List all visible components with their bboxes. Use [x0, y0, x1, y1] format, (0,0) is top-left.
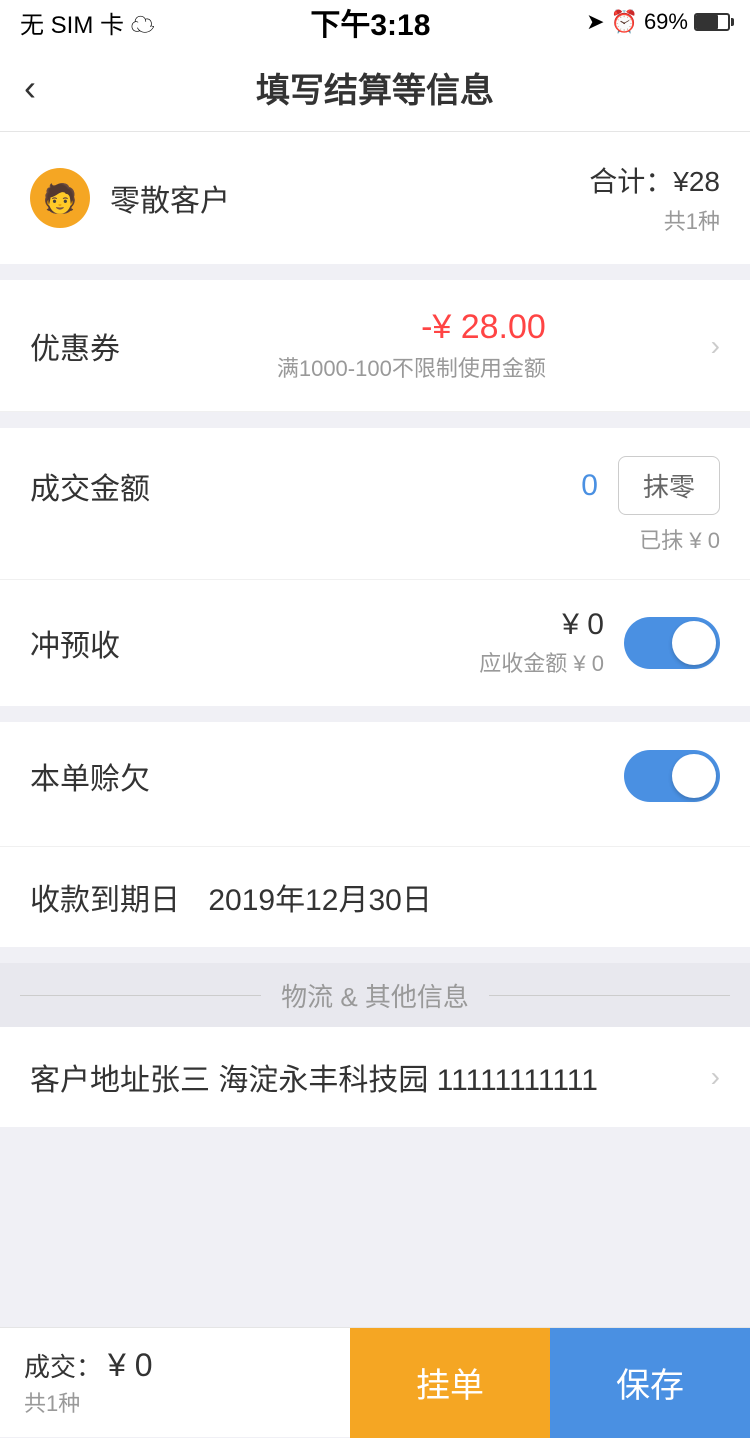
save-button[interactable]: 保存: [550, 1328, 750, 1438]
content-area: 🧑 零散客户 合计：¥28 共1种 优惠券 -¥ 28.00 满1000-100…: [0, 132, 750, 1327]
coupon-discount: -¥ 28.00: [277, 308, 546, 347]
coupon-row[interactable]: 优惠券 -¥ 28.00 满1000-100不限制使用金额 ›: [0, 280, 750, 412]
avatar-icon: 🧑: [43, 182, 78, 215]
logistics-divider: 物流 & 其他信息: [0, 963, 750, 1027]
location-icon: ➤: [586, 9, 604, 35]
alarm-icon: ⏰: [611, 9, 638, 35]
customer-left: 🧑 零散客户: [30, 168, 230, 228]
back-button[interactable]: ‹: [24, 67, 36, 109]
customer-avatar: 🧑: [30, 168, 90, 228]
coupon-sub: 满1000-100不限制使用金额: [277, 351, 546, 383]
coupon-section: 优惠券 -¥ 28.00 满1000-100不限制使用金额 ›: [0, 280, 750, 412]
prepay-label: 冲预收: [30, 621, 120, 665]
summary-label: 成交：: [24, 1347, 102, 1384]
customer-total: 合计：¥28: [589, 160, 720, 200]
status-bar: 无 SIM 卡 ☁ 下午3:18 ➤ ⏰ 69%: [0, 0, 750, 44]
bottom-bar: 成交： ¥ 0 共1种 挂单 保存: [0, 1327, 750, 1437]
summary-amount: ¥ 0: [108, 1347, 152, 1384]
transaction-sub: 已抹 ¥ 0: [0, 523, 750, 579]
overdue-section: 本单赊欠 收款到期日 2019年12月30日: [0, 722, 750, 947]
battery-percent: 69%: [644, 9, 688, 35]
toggle-knob: [672, 621, 716, 665]
transaction-amount-row: 成交金额 0 抹零: [0, 428, 750, 523]
prepay-row: 冲预收 ¥ 0 应收金额 ¥ 0: [0, 579, 750, 706]
address-label: 客户地址: [30, 1055, 150, 1099]
prepay-sub: 应收金额 ¥ 0: [479, 646, 604, 678]
summary-count: 共1种: [24, 1386, 326, 1418]
customer-row: 🧑 零散客户 合计：¥28 共1种: [0, 132, 750, 264]
coupon-label: 优惠券: [30, 324, 120, 368]
transaction-label: 成交金额: [30, 464, 150, 508]
coupon-chevron-icon: ›: [711, 330, 720, 362]
overdue-toggle[interactable]: [624, 750, 720, 802]
transaction-value: 0: [581, 469, 598, 503]
bottom-summary: 成交： ¥ 0 共1种: [0, 1347, 350, 1418]
hold-button[interactable]: 挂单: [350, 1328, 550, 1438]
nav-bar: ‹ 填写结算等信息: [0, 44, 750, 132]
prepay-amount: ¥ 0: [479, 608, 604, 642]
due-date-label: 收款到期日: [30, 884, 180, 917]
address-value: 张三 海淀永丰科技园 11111111111: [150, 1055, 711, 1099]
status-left: 无 SIM 卡 ☁: [20, 5, 155, 40]
address-chevron-icon: ›: [711, 1061, 720, 1093]
overdue-label: 本单赊欠: [30, 754, 150, 798]
bottom-space: [0, 1127, 750, 1327]
customer-right: 合计：¥28 共1种: [589, 160, 720, 236]
round-zero-button[interactable]: 抹零: [618, 456, 720, 515]
overdue-row: 本单赊欠: [0, 722, 750, 830]
coupon-value-area: -¥ 28.00 满1000-100不限制使用金额: [277, 308, 546, 383]
due-date-value: 2019年12月30日: [208, 884, 431, 917]
prepay-amounts: ¥ 0 应收金额 ¥ 0: [479, 608, 604, 678]
due-date-row: 收款到期日 2019年12月30日: [0, 846, 750, 947]
customer-count: 共1种: [589, 204, 720, 236]
divider-line-right: [489, 995, 730, 996]
status-right: ➤ ⏰ 69%: [586, 9, 730, 35]
divider-line-left: [20, 995, 261, 996]
transaction-section: 成交金额 0 抹零 已抹 ¥ 0 冲预收 ¥ 0 应收金额 ¥ 0: [0, 428, 750, 706]
customer-name: 零散客户: [110, 176, 230, 220]
overdue-content: 本单赊欠: [30, 750, 720, 802]
sim-status: 无 SIM 卡 ☁: [20, 5, 155, 40]
logistics-label: 物流 & 其他信息: [281, 977, 469, 1014]
overdue-toggle-knob: [672, 754, 716, 798]
status-time: 下午3:18: [310, 0, 430, 44]
page-title: 填写结算等信息: [256, 63, 494, 112]
prepay-toggle[interactable]: [624, 617, 720, 669]
battery-icon: [694, 13, 730, 31]
address-section[interactable]: 客户地址 张三 海淀永丰科技园 11111111111 ›: [0, 1027, 750, 1127]
